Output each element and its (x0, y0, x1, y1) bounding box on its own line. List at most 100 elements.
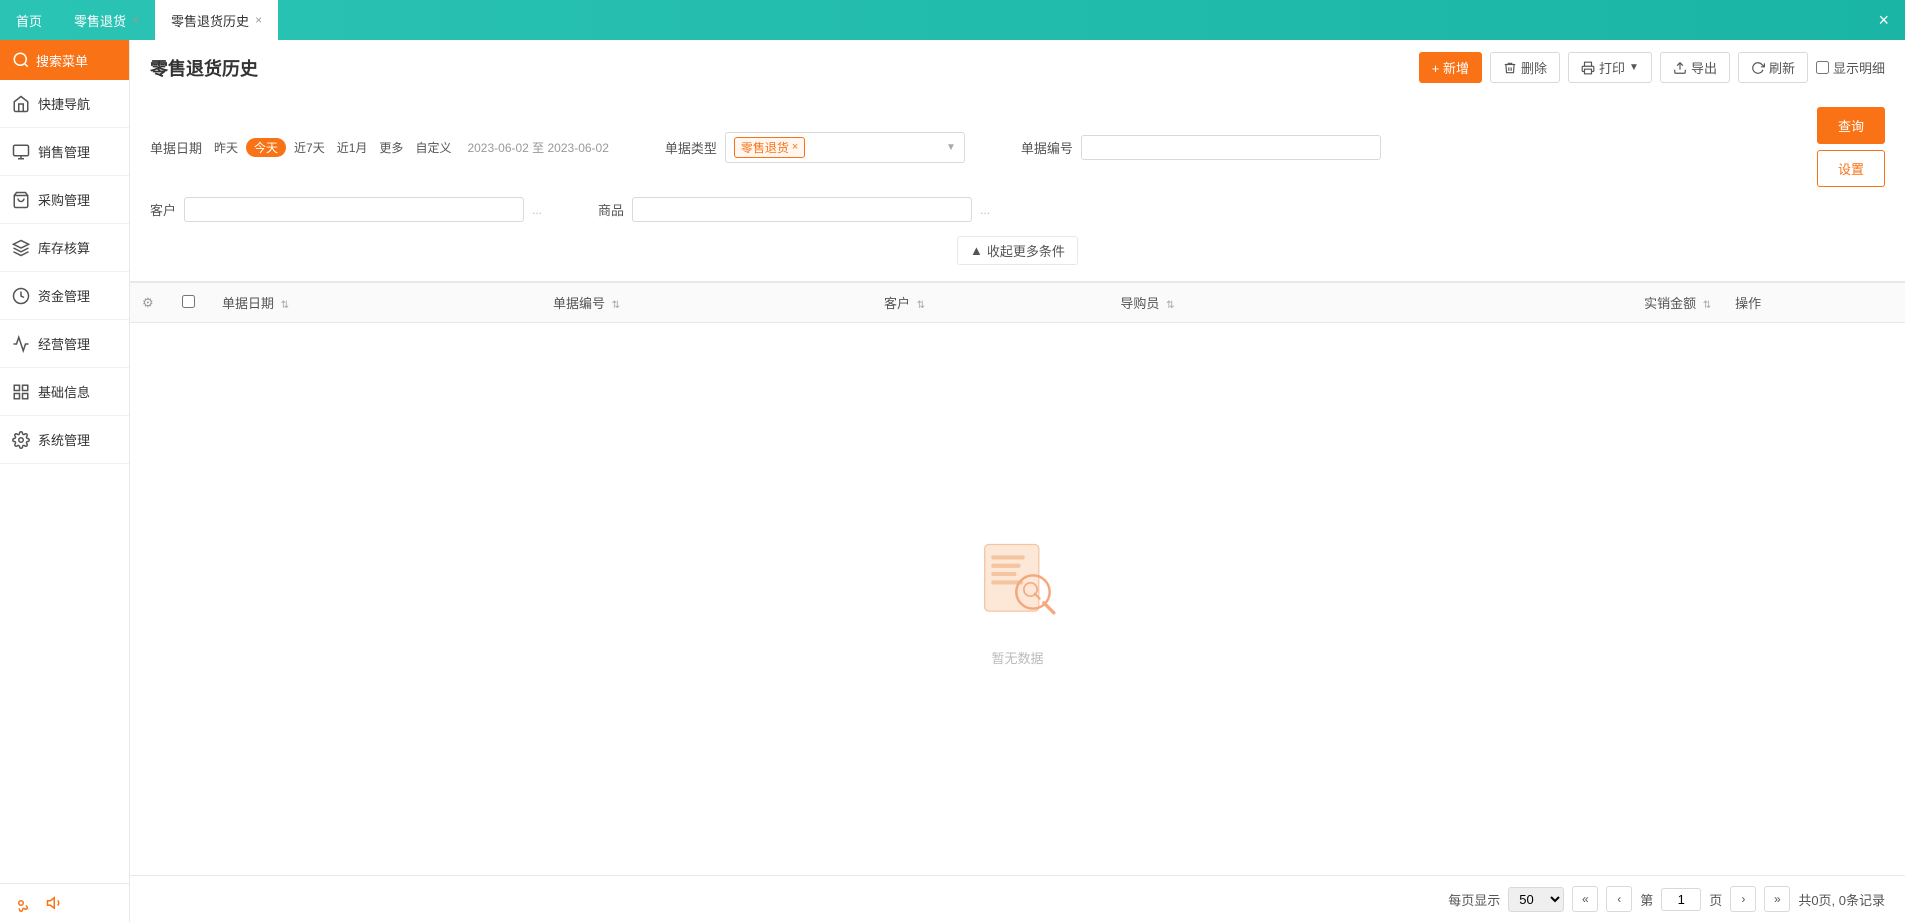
sidebar-item-purchase[interactable]: 采购管理 (0, 176, 129, 224)
operations-icon (12, 335, 30, 353)
doc-type-tag-close[interactable]: × (792, 141, 798, 153)
col-guide-sort[interactable]: ⇅ (1166, 300, 1174, 311)
date-filter: 单据日期 昨天 今天 近7天 近1月 更多 自定义 2023-06-02 至 2… (150, 138, 609, 157)
doc-type-select[interactable]: 零售退货 × ▼ (725, 132, 965, 163)
col-amount-sort[interactable]: ⇅ (1703, 300, 1711, 311)
doc-number-input[interactable] (1081, 135, 1381, 160)
refresh-button-label: 刷新 (1769, 58, 1795, 77)
next-page-icon: › (1741, 892, 1745, 906)
window-close-button[interactable]: × (1862, 10, 1905, 31)
pagination-summary: 共0页, 0条记录 (1798, 890, 1885, 909)
doc-type-dropdown-icon: ▼ (946, 142, 956, 153)
show-detail-input[interactable] (1816, 61, 1829, 74)
top-bar: 首页 零售退货 × 零售退货历史 × × (0, 0, 1905, 40)
home-icon (12, 95, 30, 113)
purchase-icon (12, 191, 30, 209)
customer-label: 客户 (150, 200, 176, 219)
customer-placeholder: ... (532, 203, 542, 217)
date-btn-custom[interactable]: 自定义 (411, 138, 455, 157)
system-icon (12, 431, 30, 449)
page-size-select[interactable]: 20 50 100 (1508, 887, 1564, 912)
sidebar-item-quick-nav-label: 快捷导航 (38, 94, 90, 113)
empty-state-icon (968, 532, 1068, 632)
new-button[interactable]: + 新增 (1419, 52, 1482, 83)
goods-placeholder: ... (980, 203, 990, 217)
tab-retail-return-history-label: 零售退货历史 (171, 11, 249, 30)
tab-retail-return-close[interactable]: × (132, 13, 139, 27)
page-title: 零售退货历史 (150, 55, 258, 81)
date-shortcuts: 昨天 今天 近7天 近1月 更多 自定义 (210, 138, 455, 157)
basic-info-icon (12, 383, 30, 401)
prev-page-button[interactable]: ‹ (1606, 886, 1632, 912)
date-range-text: 2023-06-02 至 2023-06-02 (467, 139, 608, 156)
sidebar-item-finance-label: 资金管理 (38, 286, 90, 305)
select-all-checkbox[interactable] (182, 295, 195, 308)
tab-retail-return-label: 零售退货 (74, 11, 126, 30)
tab-retail-return[interactable]: 零售退货 × (58, 0, 155, 40)
date-btn-today[interactable]: 今天 (246, 138, 286, 157)
table-settings-icon[interactable]: ⚙ (142, 295, 154, 310)
sidebar-bottom (0, 883, 129, 922)
content-area: 零售退货历史 + 新增 删除 打印 ▼ (130, 40, 1905, 922)
search-icon (12, 51, 30, 69)
refresh-button[interactable]: 刷新 (1738, 52, 1808, 83)
sidebar-item-operations[interactable]: 经营管理 (0, 320, 129, 368)
query-button[interactable]: 查询 (1817, 107, 1885, 144)
inventory-icon (12, 239, 30, 257)
page-number-input[interactable] (1661, 888, 1701, 911)
tab-retail-return-history-close[interactable]: × (255, 13, 262, 27)
tab-home-label: 首页 (16, 11, 42, 30)
doc-number-filter: 单据编号 (1021, 135, 1381, 160)
date-btn-7days[interactable]: 近7天 (290, 138, 329, 157)
goods-input[interactable] (632, 197, 972, 222)
date-btn-more[interactable]: 更多 (375, 138, 407, 157)
sidebar-item-purchase-label: 采购管理 (38, 190, 90, 209)
empty-state-text: 暂无数据 (991, 648, 1043, 667)
col-customer-sort[interactable]: ⇅ (917, 300, 925, 311)
settings-bottom-icon[interactable] (12, 894, 30, 912)
sidebar-item-quick-nav[interactable]: 快捷导航 (0, 80, 129, 128)
sidebar-item-system[interactable]: 系统管理 (0, 416, 129, 464)
customer-filter: 客户 ... (150, 197, 542, 222)
page-title-row: 零售退货历史 + 新增 删除 打印 ▼ (150, 52, 1885, 83)
tab-home[interactable]: 首页 (0, 0, 58, 40)
last-page-button[interactable]: » (1764, 886, 1790, 912)
col-date-sort[interactable]: ⇅ (281, 300, 289, 311)
goods-filter: 商品 ... (598, 197, 990, 222)
col-number: 单据编号 ⇅ (541, 283, 872, 323)
date-btn-yesterday[interactable]: 昨天 (210, 138, 242, 157)
export-icon (1673, 61, 1687, 75)
settings-button-label: 设置 (1838, 159, 1864, 178)
delete-button[interactable]: 删除 (1490, 52, 1560, 83)
query-buttons: 查询 设置 (1817, 107, 1885, 187)
doc-type-label: 单据类型 (665, 138, 717, 157)
next-page-button[interactable]: › (1730, 886, 1756, 912)
date-btn-1month[interactable]: 近1月 (333, 138, 372, 157)
query-button-label: 查询 (1838, 116, 1864, 135)
show-detail-label: 显示明细 (1833, 58, 1885, 77)
settings-button[interactable]: 设置 (1817, 150, 1885, 187)
sidebar-item-inventory[interactable]: 库存核算 (0, 224, 129, 272)
last-page-icon: » (1774, 892, 1781, 906)
export-button[interactable]: 导出 (1660, 52, 1730, 83)
sidebar-search[interactable]: 搜索菜单 (0, 40, 129, 80)
page-unit-label: 页 (1709, 890, 1722, 909)
first-page-button[interactable]: « (1572, 886, 1598, 912)
col-action: 操作 (1723, 283, 1905, 323)
col-number-sort[interactable]: ⇅ (612, 300, 620, 311)
sidebar-item-basic-info[interactable]: 基础信息 (0, 368, 129, 416)
sidebar-item-inventory-label: 库存核算 (38, 238, 90, 257)
customer-input[interactable] (184, 197, 524, 222)
collapse-button[interactable]: ▲ 收起更多条件 (957, 236, 1078, 265)
sidebar-item-sales[interactable]: 销售管理 (0, 128, 129, 176)
doc-number-label: 单据编号 (1021, 138, 1073, 157)
sidebar-item-finance[interactable]: 资金管理 (0, 272, 129, 320)
data-table: ⚙ 单据日期 ⇅ 单据编号 ⇅ (130, 282, 1905, 323)
show-detail-checkbox[interactable]: 显示明细 (1816, 58, 1885, 77)
sidebar-item-operations-label: 经营管理 (38, 334, 90, 353)
print-button[interactable]: 打印 ▼ (1568, 52, 1652, 83)
tab-retail-return-history[interactable]: 零售退货历史 × (155, 0, 278, 40)
speaker-icon[interactable] (46, 894, 64, 912)
pagination-bar: 每页显示 20 50 100 « ‹ 第 页 › » 共0页, 0条记录 (130, 875, 1905, 922)
col-date: 单据日期 ⇅ (210, 283, 541, 323)
